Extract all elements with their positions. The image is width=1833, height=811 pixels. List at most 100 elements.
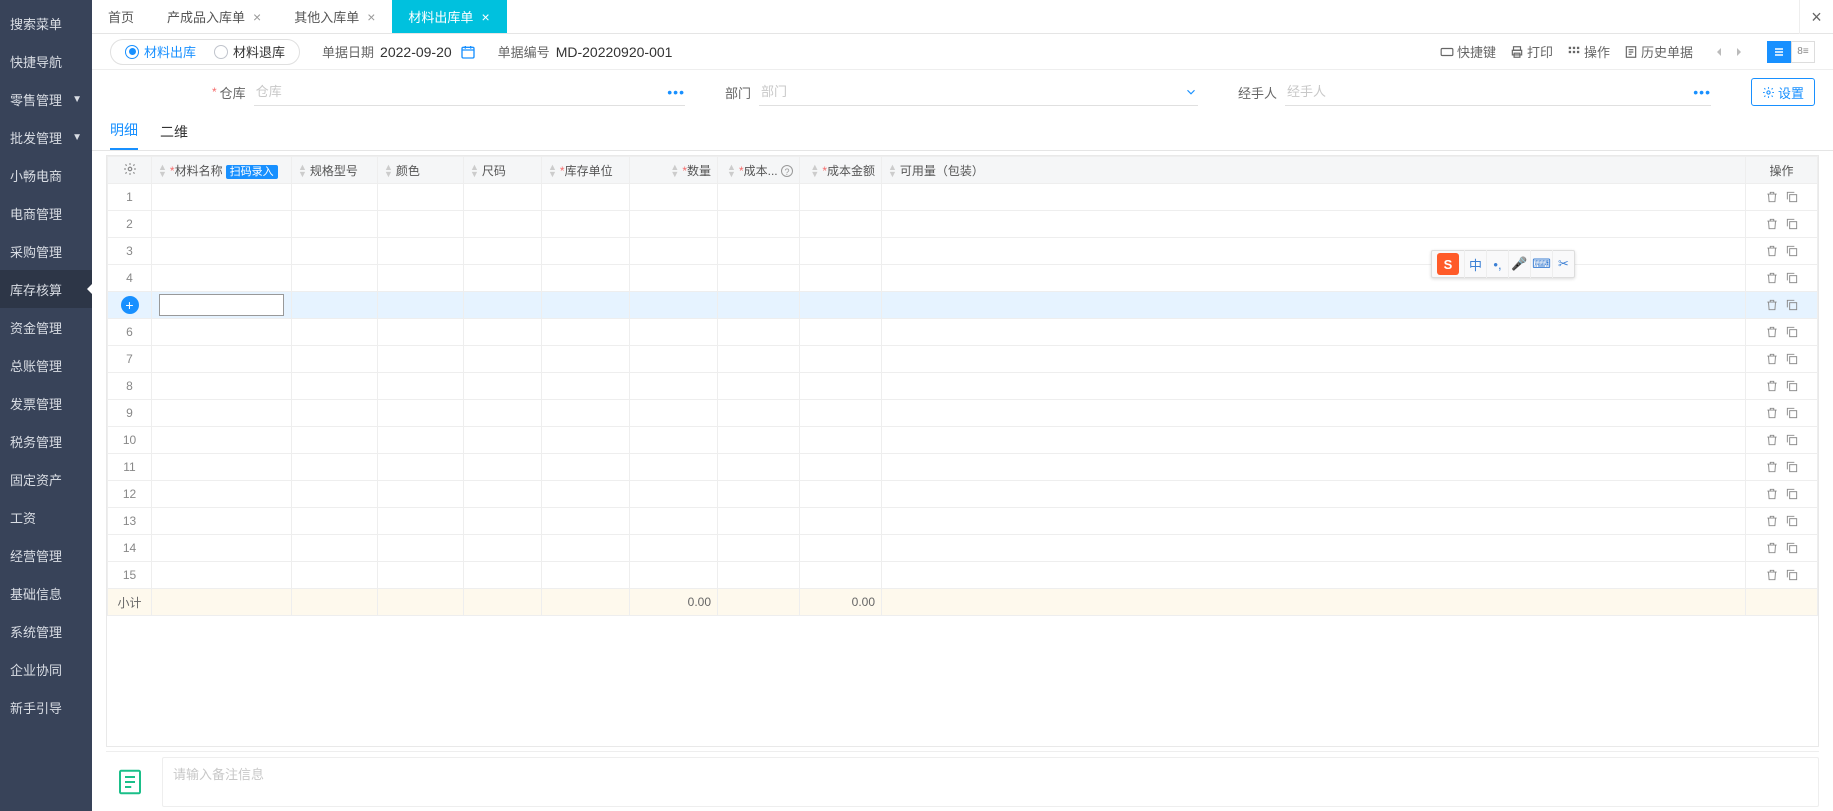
prev-record-button[interactable] bbox=[1711, 44, 1727, 60]
cell-qty[interactable] bbox=[630, 535, 718, 562]
table-row[interactable]: 10 bbox=[108, 427, 1818, 454]
cell-avail[interactable] bbox=[882, 427, 1746, 454]
table-row[interactable]: 11 bbox=[108, 454, 1818, 481]
cell-amount[interactable] bbox=[800, 319, 882, 346]
table-row[interactable]: 14 bbox=[108, 535, 1818, 562]
th-spec[interactable]: ▲▼规格型号 bbox=[292, 157, 378, 184]
add-row-button[interactable]: + bbox=[108, 292, 152, 319]
cell-unit[interactable] bbox=[542, 562, 630, 589]
cell-color[interactable] bbox=[378, 319, 464, 346]
cell-unit[interactable] bbox=[542, 454, 630, 481]
warehouse-more-button[interactable]: ••• bbox=[667, 84, 685, 100]
cell-amount[interactable] bbox=[800, 562, 882, 589]
settings-button[interactable]: 设置 bbox=[1751, 78, 1815, 106]
copy-icon[interactable] bbox=[1785, 244, 1799, 258]
ime-keyboard-button[interactable]: ⌨ bbox=[1530, 250, 1552, 278]
table-row[interactable]: 9 bbox=[108, 400, 1818, 427]
cell-qty[interactable] bbox=[630, 265, 718, 292]
copy-icon[interactable] bbox=[1785, 298, 1799, 312]
cell-color[interactable] bbox=[378, 184, 464, 211]
copy-icon[interactable] bbox=[1785, 190, 1799, 204]
cell-amount[interactable] bbox=[800, 508, 882, 535]
table-row[interactable]: 15 bbox=[108, 562, 1818, 589]
delete-icon[interactable] bbox=[1765, 514, 1779, 528]
delete-icon[interactable] bbox=[1765, 406, 1779, 420]
cell-size[interactable] bbox=[464, 481, 542, 508]
cell-material-name[interactable] bbox=[152, 427, 292, 454]
tab-detail[interactable]: 明细 bbox=[110, 120, 138, 150]
cell-size[interactable] bbox=[464, 373, 542, 400]
copy-icon[interactable] bbox=[1785, 379, 1799, 393]
cell-material-name[interactable] bbox=[152, 454, 292, 481]
cell-cost[interactable] bbox=[718, 400, 800, 427]
warehouse-input[interactable] bbox=[254, 78, 685, 106]
cell-color[interactable] bbox=[378, 238, 464, 265]
cell-qty[interactable] bbox=[630, 427, 718, 454]
cell-spec[interactable] bbox=[292, 265, 378, 292]
copy-icon[interactable] bbox=[1785, 271, 1799, 285]
th-color[interactable]: ▲▼颜色 bbox=[378, 157, 464, 184]
copy-icon[interactable] bbox=[1785, 514, 1799, 528]
cell-amount[interactable] bbox=[800, 292, 882, 319]
close-icon[interactable]: × bbox=[253, 9, 261, 25]
copy-icon[interactable] bbox=[1785, 460, 1799, 474]
cell-unit[interactable] bbox=[542, 265, 630, 292]
delete-icon[interactable] bbox=[1765, 298, 1779, 312]
cell-cost[interactable] bbox=[718, 265, 800, 292]
cell-spec[interactable] bbox=[292, 373, 378, 400]
cell-qty[interactable] bbox=[630, 184, 718, 211]
table-row[interactable]: 7 bbox=[108, 346, 1818, 373]
cell-unit[interactable] bbox=[542, 481, 630, 508]
history-button[interactable]: 历史单据 bbox=[1624, 42, 1693, 61]
cell-amount[interactable] bbox=[800, 373, 882, 400]
cell-unit[interactable] bbox=[542, 211, 630, 238]
cell-spec[interactable] bbox=[292, 346, 378, 373]
delete-icon[interactable] bbox=[1765, 460, 1779, 474]
cell-material-name[interactable] bbox=[152, 184, 292, 211]
cell-amount[interactable] bbox=[800, 481, 882, 508]
cell-unit[interactable] bbox=[542, 535, 630, 562]
cell-amount[interactable] bbox=[800, 400, 882, 427]
cell-color[interactable] bbox=[378, 265, 464, 292]
table-row[interactable]: 8 bbox=[108, 373, 1818, 400]
cell-amount[interactable] bbox=[800, 184, 882, 211]
delete-icon[interactable] bbox=[1765, 433, 1779, 447]
cell-unit[interactable] bbox=[542, 508, 630, 535]
cell-size[interactable] bbox=[464, 211, 542, 238]
cell-material-name[interactable] bbox=[152, 238, 292, 265]
cell-qty[interactable] bbox=[630, 292, 718, 319]
cell-size[interactable] bbox=[464, 454, 542, 481]
sidebar-item-14[interactable]: 经营管理 bbox=[0, 536, 92, 574]
delete-icon[interactable] bbox=[1765, 271, 1779, 285]
cell-material-name[interactable] bbox=[152, 562, 292, 589]
date-value[interactable]: 2022-09-20 bbox=[380, 44, 452, 60]
cell-cost[interactable] bbox=[718, 319, 800, 346]
cell-spec[interactable] bbox=[292, 508, 378, 535]
cell-avail[interactable] bbox=[882, 238, 1746, 265]
table-row[interactable]: 6 bbox=[108, 319, 1818, 346]
cell-material-name[interactable] bbox=[152, 373, 292, 400]
sidebar-item-4[interactable]: 小畅电商 bbox=[0, 156, 92, 194]
cell-amount[interactable] bbox=[800, 535, 882, 562]
cell-qty[interactable] bbox=[630, 508, 718, 535]
cell-spec[interactable] bbox=[292, 319, 378, 346]
cell-material-name[interactable] bbox=[152, 481, 292, 508]
cell-color[interactable] bbox=[378, 346, 464, 373]
cell-cost[interactable] bbox=[718, 481, 800, 508]
delete-icon[interactable] bbox=[1765, 487, 1779, 501]
close-icon[interactable]: × bbox=[367, 9, 375, 25]
cell-avail[interactable] bbox=[882, 400, 1746, 427]
sidebar-item-0[interactable]: 搜索菜单 bbox=[0, 4, 92, 42]
th-available[interactable]: ▲▼可用量（包装） bbox=[882, 157, 1746, 184]
sidebar-item-1[interactable]: 快捷导航 bbox=[0, 42, 92, 80]
delete-icon[interactable] bbox=[1765, 190, 1779, 204]
cell-color[interactable] bbox=[378, 508, 464, 535]
table-row[interactable]: 12 bbox=[108, 481, 1818, 508]
cell-size[interactable] bbox=[464, 346, 542, 373]
shortcut-button[interactable]: 快捷键 bbox=[1440, 42, 1496, 61]
view-split-button[interactable]: 8≡ bbox=[1791, 41, 1815, 63]
cell-color[interactable] bbox=[378, 211, 464, 238]
cell-avail[interactable] bbox=[882, 562, 1746, 589]
cell-avail[interactable] bbox=[882, 508, 1746, 535]
th-amount[interactable]: ▲▼*成本金额 bbox=[800, 157, 882, 184]
